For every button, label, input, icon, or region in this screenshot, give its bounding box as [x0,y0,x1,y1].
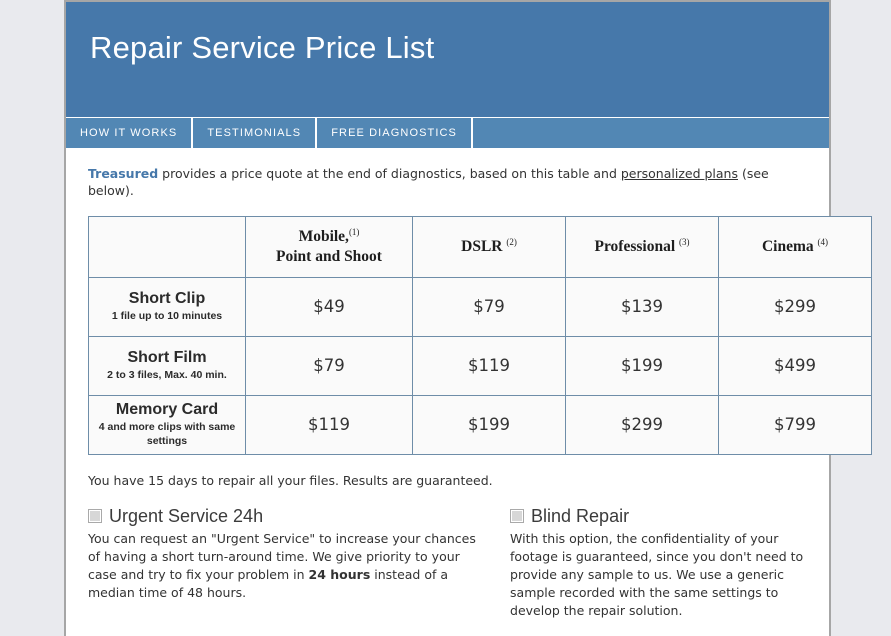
column-header-dslr: DSLR (2) [412,215,566,278]
column-header-dslr-note: (2) [506,236,517,247]
price-short-clip-dslr: $79 [412,276,566,337]
row-subtitle-memory-card: 4 and more clips with same settings [98,421,236,447]
column-header-mobile: Mobile,(1) Point and Shoot [245,215,413,278]
table-row: Memory Card 4 and more clips with same s… [88,394,872,455]
column-header-dslr-label: DSLR [461,238,503,256]
page-container: Repair Service Price List How it works T… [64,0,872,636]
price-short-film-mobile: $79 [245,335,413,396]
price-memory-card-mobile: $119 [245,394,413,455]
row-header-short-clip: Short Clip 1 file up to 10 minutes [88,276,246,337]
brand-name: Treasured [88,166,159,181]
table-row: Short Clip 1 file up to 10 minutes $49 $… [88,276,872,337]
option-blind-repair: Blind Repair With this option, the confi… [510,506,807,621]
price-short-film-cinema: $499 [718,335,872,396]
row-header-short-film: Short Film 2 to 3 files, Max. 40 min. [88,335,246,396]
price-short-clip-cinema: $299 [718,276,872,337]
option-urgent-service-body: You can request an "Urgent Service" to i… [88,530,480,603]
main-navigation: How it works Testimonials Free diagnosti… [66,117,829,148]
table-row: Short Film 2 to 3 files, Max. 40 min. $7… [88,335,872,396]
page-title: Repair Service Price List [90,30,435,65]
price-table: Mobile,(1) Point and Shoot DSLR (2) Prof… [88,215,872,455]
row-header-memory-card: Memory Card 4 and more clips with same s… [88,394,246,455]
checkbox-icon-urgent-service[interactable] [88,509,102,524]
option-urgent-service-body-bold: 24 hours [308,567,371,582]
page-content: Treasured provides a price quote at the … [66,166,872,636]
options-section: Urgent Service 24h You can request an "U… [88,506,807,621]
site-header: Repair Service Price List [66,2,829,117]
table-corner-cell [88,215,246,278]
column-header-mobile-note: (1) [348,227,360,238]
row-title-short-clip: Short Clip [128,289,206,307]
option-urgent-service-title-row: Urgent Service 24h [88,506,480,527]
personalized-plans-link[interactable]: personalized plans [621,166,738,181]
price-table-body: Short Clip 1 file up to 10 minutes $49 $… [88,276,872,455]
row-subtitle-short-film: 2 to 3 files, Max. 40 min. [107,369,227,382]
checkbox-icon-blind-repair[interactable] [510,509,525,524]
intro-paragraph: Treasured provides a price quote at the … [88,166,807,200]
column-header-professional: Professional (3) [565,215,719,278]
column-header-cinema: Cinema (4) [718,215,872,278]
column-header-cinema-note: (4) [817,236,829,247]
price-short-film-dslr: $119 [412,335,566,396]
price-short-clip-mobile: $49 [245,276,413,337]
price-memory-card-dslr: $199 [412,394,566,455]
row-title-short-film: Short Film [127,348,207,366]
option-urgent-service: Urgent Service 24h You can request an "U… [88,506,480,621]
column-header-mobile-line2: Point and Shoot [276,247,382,265]
price-table-header-row: Mobile,(1) Point and Shoot DSLR (2) Prof… [88,215,872,278]
option-blind-repair-body-part1: With this option, the confidentiality of… [510,530,804,619]
column-header-professional-note: (3) [679,236,690,247]
nav-filler [473,118,829,148]
price-memory-card-cinema: $799 [718,394,872,455]
price-table-head: Mobile,(1) Point and Shoot DSLR (2) Prof… [88,215,872,278]
price-table-wrapper: Mobile,(1) Point and Shoot DSLR (2) Prof… [88,215,872,455]
column-header-cinema-label: Cinema [761,238,814,256]
nav-item-how-it-works[interactable]: How it works [66,118,194,148]
option-blind-repair-title-row: Blind Repair [510,506,807,527]
row-subtitle-short-clip: 1 file up to 10 minutes [111,310,223,323]
column-header-mobile-line1: Mobile, [298,228,349,246]
guarantee-text: You have 15 days to repair all your file… [88,472,493,488]
option-blind-repair-body: With this option, the confidentiality of… [510,530,807,621]
option-blind-repair-title: Blind Repair [531,505,630,526]
row-title-memory-card: Memory Card [115,400,219,418]
nav-item-testimonials[interactable]: Testimonials [193,118,318,148]
intro-text-before-link: provides a price quote at the end of dia… [158,166,621,181]
column-header-professional-label: Professional [594,238,676,256]
price-short-clip-professional: $139 [565,276,719,337]
nav-item-free-diagnostics[interactable]: Free diagnostics [317,118,473,148]
option-urgent-service-title: Urgent Service 24h [109,505,264,526]
price-short-film-professional: $199 [565,335,719,396]
price-memory-card-professional: $299 [565,394,719,455]
